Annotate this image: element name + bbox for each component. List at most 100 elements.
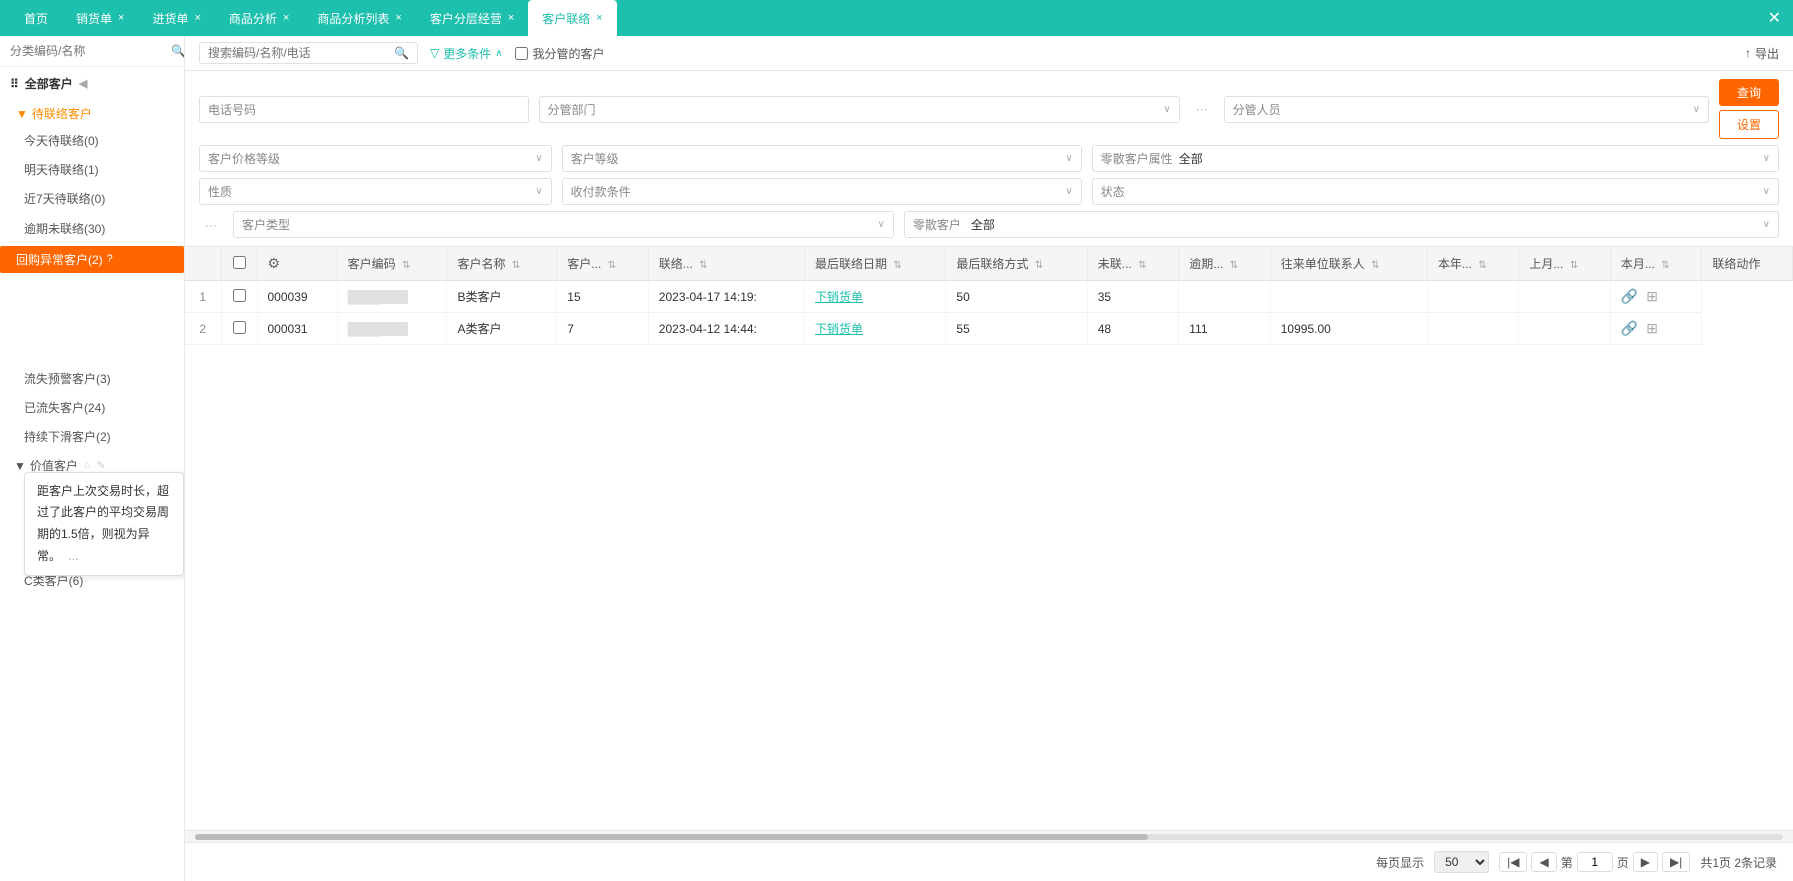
this-month-sort-icon[interactable]: ⇅	[1661, 260, 1669, 271]
sidebar-search-input[interactable]	[10, 44, 165, 58]
prev-page-btn[interactable]: ◀	[1531, 852, 1556, 872]
col-name-header[interactable]: 客户名称 ⇅	[447, 247, 557, 281]
gender-dropdown-icon[interactable]: ∨	[535, 186, 542, 197]
row2-grid-icon[interactable]: ⊞	[1646, 320, 1658, 337]
tab-customer-tier[interactable]: 客户分层经营 ×	[416, 0, 528, 36]
customer-grade-field[interactable]: 客户等级 ∨	[562, 145, 1082, 172]
uncontacted-sort-icon[interactable]: ⇅	[1138, 260, 1146, 271]
value-edit-icon[interactable]: ✎	[97, 459, 106, 472]
repurchase-help-icon[interactable]: ?	[107, 253, 113, 265]
select-all-checkbox[interactable]	[233, 256, 246, 269]
retail-attr-dropdown-icon[interactable]: ∨	[1763, 153, 1770, 164]
price-grade-dropdown-icon[interactable]: ∨	[535, 153, 542, 164]
col-last-month-header[interactable]: 上月... ⇅	[1519, 247, 1611, 281]
row2-select[interactable]	[233, 321, 246, 334]
sidebar-item-repurchase-abnormal[interactable]: 回购异常客户(2) ?	[0, 246, 184, 273]
tab-customer-tier-close[interactable]: ×	[508, 12, 514, 24]
col-unit-contact-header[interactable]: 往来单位联系人 ⇅	[1270, 247, 1427, 281]
col-this-year-header[interactable]: 本年... ⇅	[1427, 247, 1519, 281]
sidebar-item-declining[interactable]: 持续下滑客户(2)	[0, 423, 184, 452]
export-button[interactable]: ↑ 导出	[1745, 45, 1779, 62]
sidebar-item-today[interactable]: 今天待联络(0)	[0, 127, 184, 156]
price-grade-field[interactable]: 客户价格等级 ∨	[199, 145, 552, 172]
col-settings-header[interactable]: ⚙	[257, 247, 337, 281]
overdue-sort-icon[interactable]: ⇅	[1230, 260, 1238, 271]
tab-sales[interactable]: 销货单 ×	[62, 0, 138, 36]
tab-product-list[interactable]: 商品分析列表 ×	[303, 0, 415, 36]
retail-customer-dropdown-icon[interactable]: ∨	[1763, 219, 1770, 230]
retail-attr-field[interactable]: 零散客户属性 全部 ∨	[1092, 145, 1779, 172]
col-category-header[interactable]: 客户... ⇅	[557, 247, 649, 281]
person-dots[interactable]: ···	[1190, 98, 1214, 120]
row2-link-icon[interactable]: 🔗	[1621, 320, 1638, 337]
tab-product-analysis[interactable]: 商品分析 ×	[215, 0, 303, 36]
sidebar-item-lost-preview[interactable]: 流失预警客户(3)	[0, 365, 184, 394]
person-field[interactable]: 分管人员 ∨	[1224, 96, 1709, 123]
this-year-sort-icon[interactable]: ⇅	[1478, 260, 1486, 271]
payment-field[interactable]: 收付款条件 ∨	[562, 178, 1082, 205]
horizontal-scrollbar[interactable]	[185, 830, 1793, 842]
last-method-sort-icon[interactable]: ⇅	[1035, 260, 1043, 271]
col-last-date-header[interactable]: 最后联络日期 ⇅	[805, 247, 946, 281]
row1-select[interactable]	[233, 289, 246, 302]
customer-type-field[interactable]: 客户类型 ∨	[233, 211, 894, 238]
col-contact-count-header[interactable]: 联络... ⇅	[648, 247, 804, 281]
filter-search-icon[interactable]: 🔍	[394, 46, 409, 60]
code-sort-icon[interactable]: ⇅	[402, 260, 410, 271]
unit-contact-sort-icon[interactable]: ⇅	[1371, 260, 1379, 271]
last-month-sort-icon[interactable]: ⇅	[1570, 260, 1578, 271]
last-date-sort-icon[interactable]: ⇅	[893, 260, 901, 271]
col-this-month-header[interactable]: 本月... ⇅	[1610, 247, 1702, 281]
tab-purchase[interactable]: 进货单 ×	[138, 0, 214, 36]
dept-dropdown-icon[interactable]: ∨	[1163, 104, 1170, 115]
row1-last-method[interactable]: 下销货单	[805, 281, 946, 313]
row1-checkbox[interactable]	[221, 281, 257, 313]
row1-grid-icon[interactable]: ⊞	[1646, 288, 1658, 305]
person-dropdown-icon[interactable]: ∨	[1693, 104, 1700, 115]
col-code-header[interactable]: 客户编码 ⇅	[337, 247, 447, 281]
phone-input[interactable]	[262, 102, 520, 116]
value-circle-icon[interactable]: ○	[84, 460, 91, 472]
sidebar-item-lost-actual[interactable]: 已流失客户(24)	[0, 394, 184, 423]
category-sort-icon[interactable]: ⇅	[608, 260, 616, 271]
name-sort-icon[interactable]: ⇅	[512, 260, 520, 271]
per-page-select[interactable]: 50 100 200	[1434, 851, 1489, 873]
col-checkbox-header[interactable]	[221, 247, 257, 281]
status-dropdown-icon[interactable]: ∨	[1763, 186, 1770, 197]
tab-product-list-close[interactable]: ×	[395, 12, 401, 24]
pending-contact-group[interactable]: ▼ 待联络客户	[0, 100, 184, 127]
my-customers-checkbox[interactable]	[515, 47, 528, 60]
settings-button[interactable]: 设置	[1719, 110, 1779, 139]
scroll-thumb[interactable]	[195, 834, 1148, 840]
col-overdue-header[interactable]: 逾期... ⇅	[1179, 247, 1271, 281]
row1-link-icon[interactable]: 🔗	[1621, 288, 1638, 305]
tab-purchase-close[interactable]: ×	[194, 12, 200, 24]
search-input[interactable]	[208, 46, 388, 60]
sidebar-item-7days[interactable]: 近7天待联络(0)	[0, 185, 184, 214]
sidebar-item-overdue[interactable]: 逾期未联络(30)	[0, 215, 184, 244]
next-page-btn[interactable]: ▶	[1633, 852, 1658, 872]
col-uncontacted-header[interactable]: 未联... ⇅	[1087, 247, 1179, 281]
customer-grade-dropdown-icon[interactable]: ∨	[1065, 153, 1072, 164]
row2-checkbox[interactable]	[221, 313, 257, 345]
first-page-btn[interactable]: |◀	[1499, 852, 1527, 872]
tab-home[interactable]: 首页	[10, 0, 62, 36]
row2-last-method[interactable]: 下销货单	[805, 313, 946, 345]
customer-type-dropdown-icon[interactable]: ∨	[878, 219, 885, 230]
close-all-icon[interactable]: ✕	[1768, 8, 1781, 28]
table-settings-icon[interactable]: ⚙	[268, 255, 281, 271]
retail-customer-field[interactable]: 零散客户 全部 ∨	[904, 211, 1779, 238]
tab-product-analysis-close[interactable]: ×	[283, 12, 289, 24]
page-number-input[interactable]	[1577, 852, 1613, 872]
collapse-icon[interactable]: ◀	[79, 77, 87, 90]
dept-field[interactable]: 分管部门 ∨	[539, 96, 1180, 123]
contact-count-sort-icon[interactable]: ⇅	[699, 260, 707, 271]
col-last-method-header[interactable]: 最后联络方式 ⇅	[946, 247, 1087, 281]
tab-sales-close[interactable]: ×	[118, 12, 124, 24]
payment-dropdown-icon[interactable]: ∨	[1065, 186, 1072, 197]
last-page-btn[interactable]: ▶|	[1662, 852, 1690, 872]
gender-field[interactable]: 性质 ∨	[199, 178, 552, 205]
sidebar-search-icon[interactable]: 🔍	[171, 44, 185, 58]
status-field[interactable]: 状态 ∨	[1092, 178, 1779, 205]
query-button[interactable]: 查询	[1719, 79, 1779, 106]
